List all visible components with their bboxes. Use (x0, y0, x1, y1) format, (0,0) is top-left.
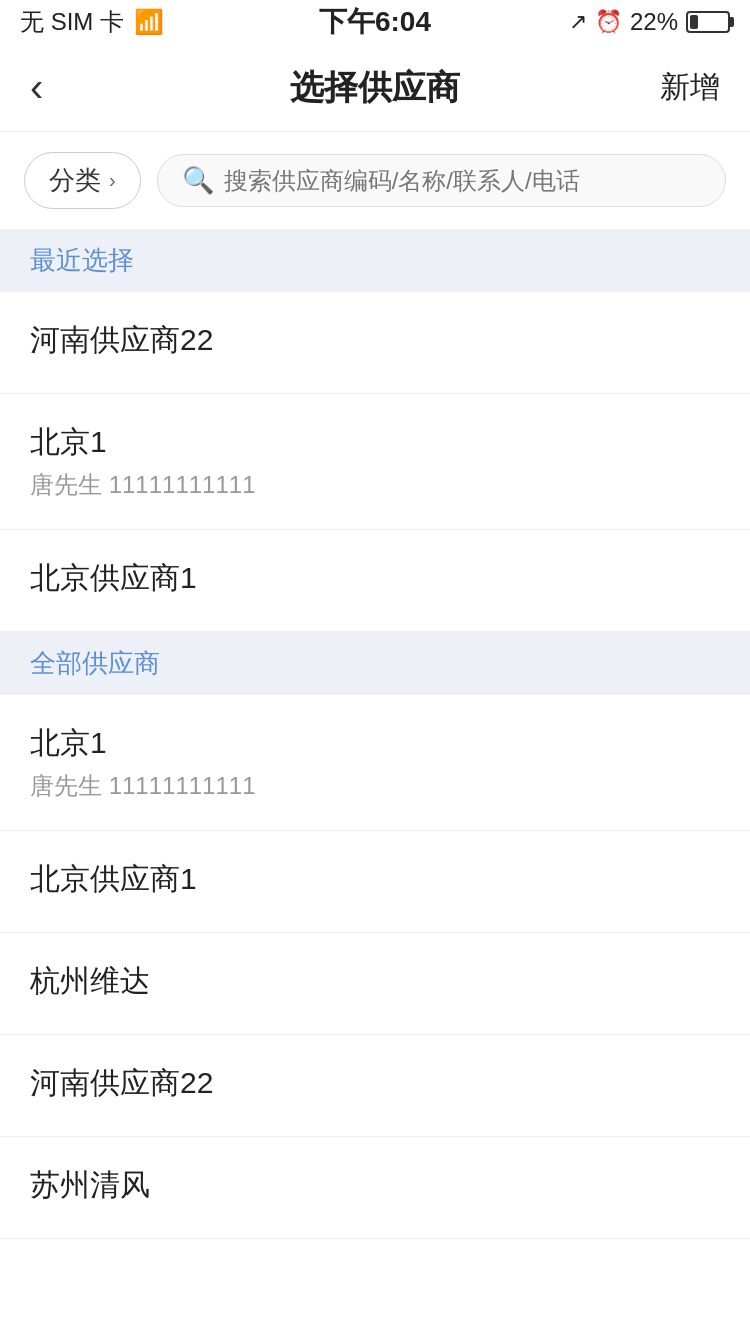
status-right: ↗ ⏰ 22% (569, 8, 730, 36)
item-name: 北京1 (30, 723, 720, 764)
chevron-right-icon: › (109, 169, 116, 192)
filter-bar: 分类 › 🔍 (0, 132, 750, 229)
no-sim-text: 无 SIM 卡 (20, 6, 124, 38)
all-items-list: 北京1 唐先生 11111111111 北京供应商1 杭州维达河南供应商22 苏州清风 (0, 695, 750, 1239)
item-name: 河南供应商22 (30, 1063, 720, 1104)
battery-percent: 22% (630, 8, 678, 36)
list-item[interactable]: 杭州维达 (0, 933, 750, 1035)
add-button[interactable]: 新增 (660, 67, 720, 108)
list-item[interactable]: 北京1 唐先生 11111111111 (0, 394, 750, 530)
list-item[interactable]: 北京1 唐先生 11111111111 (0, 695, 750, 831)
alarm-icon: ⏰ (595, 9, 622, 35)
list-item[interactable]: 北京供应商1 (0, 831, 750, 933)
location-icon: ↗ (569, 9, 587, 35)
category-label: 分类 (49, 163, 101, 198)
item-name: 北京供应商1 (30, 558, 720, 599)
item-name: 苏州清风 (30, 1165, 720, 1206)
status-time: 下午6:04 (319, 3, 431, 41)
status-bar: 无 SIM 卡 📶 下午6:04 ↗ ⏰ 22% (0, 0, 750, 44)
item-sub: 唐先生 11111111111 (30, 770, 720, 802)
list-item[interactable]: 河南供应商22 (0, 1035, 750, 1137)
item-name: 北京1 (30, 422, 720, 463)
search-box[interactable]: 🔍 (157, 154, 726, 207)
category-filter-button[interactable]: 分类 › (24, 152, 141, 209)
item-name: 北京供应商1 (30, 859, 720, 900)
all-section-header: 全部供应商 (0, 632, 750, 695)
list-item[interactable]: 河南供应商22 (0, 292, 750, 394)
item-name: 河南供应商22 (30, 320, 720, 361)
list-item[interactable]: 北京供应商1 (0, 530, 750, 632)
list-item[interactable]: 苏州清风 (0, 1137, 750, 1239)
item-name: 杭州维达 (30, 961, 720, 1002)
item-sub: 唐先生 11111111111 (30, 469, 720, 501)
page-title: 选择供应商 (290, 65, 460, 111)
recent-items-list: 河南供应商22 北京1 唐先生 11111111111 北京供应商1 (0, 292, 750, 632)
wifi-icon: 📶 (134, 8, 164, 36)
search-icon: 🔍 (182, 165, 214, 196)
status-left: 无 SIM 卡 📶 (20, 6, 164, 38)
search-input[interactable] (224, 167, 701, 195)
recent-section-header: 最近选择 (0, 229, 750, 292)
battery-icon (686, 11, 730, 33)
nav-bar: ‹ 选择供应商 新增 (0, 44, 750, 132)
back-button[interactable]: ‹ (30, 65, 90, 110)
